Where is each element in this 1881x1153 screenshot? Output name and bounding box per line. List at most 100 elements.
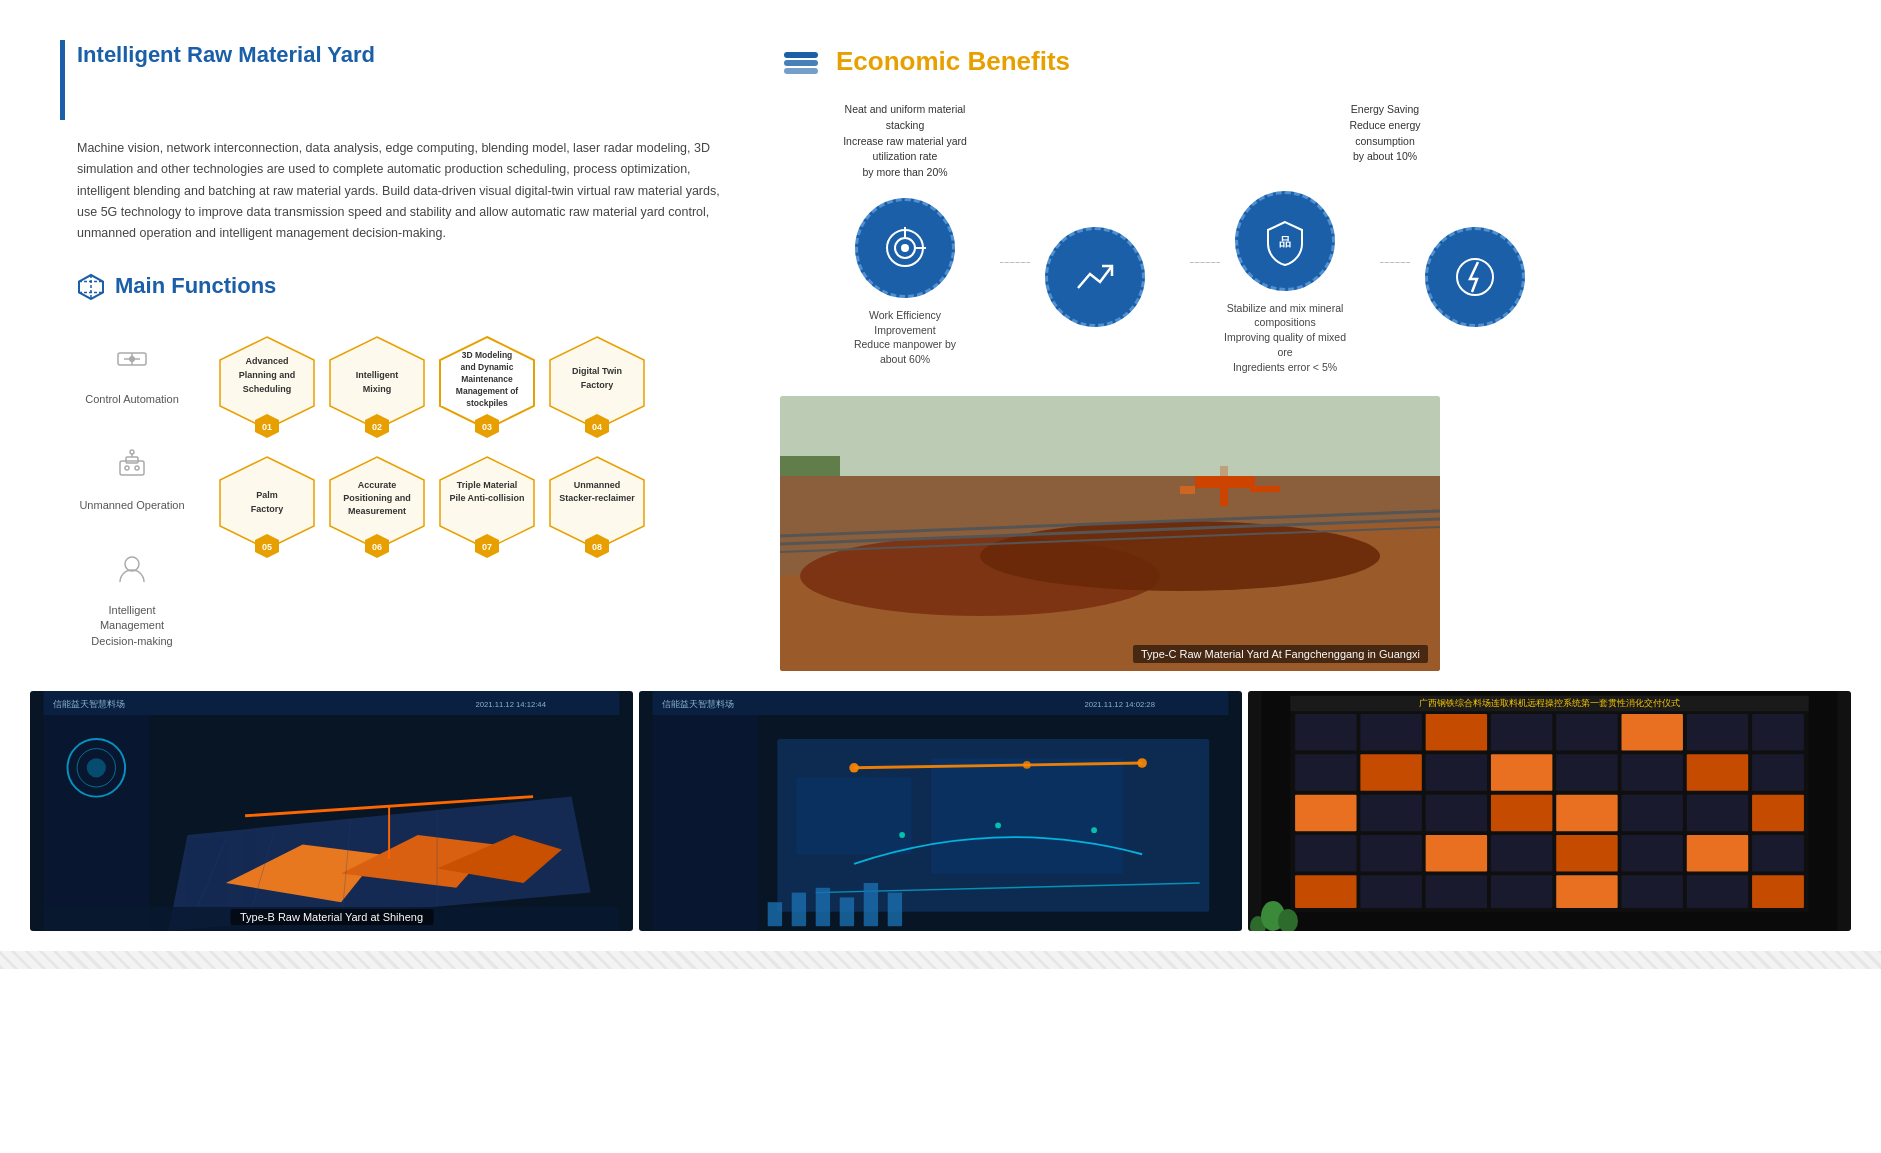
svg-rect-119 bbox=[888, 893, 902, 927]
right-content: Economic Benefits Neat and uniform mater… bbox=[780, 40, 1821, 671]
unmanned-operation-icon bbox=[107, 440, 157, 490]
svg-rect-150 bbox=[1556, 835, 1617, 871]
benefit-top-label-1: Neat and uniform material stackingIncrea… bbox=[840, 102, 970, 181]
svg-rect-152 bbox=[1687, 835, 1748, 871]
svg-rect-148 bbox=[1426, 835, 1487, 871]
aerial-photo-label: Type-C Raw Material Yard At Fangchenggan… bbox=[1133, 645, 1428, 663]
intelligent-management-icon bbox=[107, 545, 157, 595]
svg-rect-141 bbox=[1491, 795, 1552, 831]
svg-rect-78 bbox=[780, 396, 1440, 476]
svg-rect-126 bbox=[1556, 714, 1617, 750]
svg-point-87 bbox=[87, 758, 106, 777]
svg-rect-155 bbox=[1360, 876, 1421, 909]
description-text: Machine vision, network interconnection,… bbox=[77, 138, 740, 244]
svg-rect-135 bbox=[1622, 755, 1683, 791]
svg-text:Management of: Management of bbox=[456, 386, 519, 396]
cube-icon bbox=[77, 272, 105, 300]
sidebar-item-control: Control Automation bbox=[77, 334, 187, 407]
svg-rect-5 bbox=[126, 457, 138, 463]
svg-point-109 bbox=[1137, 758, 1147, 768]
svg-text:2021.11.12 14:02:28: 2021.11.12 14:02:28 bbox=[1085, 701, 1155, 710]
svg-rect-146 bbox=[1295, 835, 1356, 871]
benefit-circle-4 bbox=[1410, 227, 1540, 337]
svg-text:Digital Twin: Digital Twin bbox=[572, 366, 622, 376]
svg-rect-125 bbox=[1491, 714, 1552, 750]
svg-text:and Dynamic: and Dynamic bbox=[461, 362, 514, 372]
svg-rect-105 bbox=[931, 758, 1123, 873]
screenshot-2-svg: 信能益天智慧料场 2021.11.12 14:02:28 bbox=[639, 691, 1242, 931]
hex-cell-08: Unmanned Stacker-reclaimer 08 bbox=[547, 454, 647, 559]
unmanned-operation-label: Unmanned Operation bbox=[79, 498, 184, 513]
title-bar-decoration bbox=[60, 40, 65, 120]
svg-text:Factory: Factory bbox=[251, 504, 284, 514]
hex-functions-grid: Advanced Planning and Scheduling 01 bbox=[207, 324, 667, 584]
energy-icon bbox=[1450, 252, 1500, 302]
economic-benefits-title: Economic Benefits bbox=[836, 46, 1070, 77]
svg-text:Unmanned: Unmanned bbox=[574, 480, 621, 490]
screenshot-3: 广西钢铁综合料场连取料机远程操控系统第一套贯性消化交付仪式 bbox=[1248, 691, 1851, 931]
sidebar-item-unmanned: Unmanned Operation bbox=[77, 440, 187, 513]
benefit-circle-1: Work Efficiency ImprovementReduce manpow… bbox=[840, 198, 970, 367]
svg-point-9 bbox=[130, 450, 134, 454]
svg-text:Factory: Factory bbox=[581, 380, 614, 390]
benefit-top-labels: Neat and uniform material stackingIncrea… bbox=[840, 102, 1821, 181]
title-block: Intelligent Raw Material Yard bbox=[60, 40, 740, 120]
svg-text:stockpiles: stockpiles bbox=[466, 398, 508, 408]
top-section: Intelligent Raw Material Yard Machine vi… bbox=[0, 0, 1881, 691]
circle-label-1: Work Efficiency ImprovementReduce manpow… bbox=[840, 308, 970, 367]
svg-text:Pile Anti-collision: Pile Anti-collision bbox=[449, 493, 524, 503]
svg-text:广西钢铁综合料场连取料机远程操控系统第一套贯性消化交付仪式: 广西钢铁综合料场连取料机远程操控系统第一套贯性消化交付仪式 bbox=[1419, 699, 1680, 709]
screenshot-3-svg: 广西钢铁综合料场连取料机远程操控系统第一套贯性消化交付仪式 bbox=[1248, 691, 1851, 931]
svg-rect-160 bbox=[1687, 876, 1748, 909]
target-icon bbox=[880, 223, 930, 273]
svg-point-112 bbox=[1091, 828, 1097, 834]
sidebar-item-intelligent: Intelligent Management Decision-making bbox=[77, 545, 187, 649]
svg-text:3D Modeling: 3D Modeling bbox=[462, 350, 513, 360]
svg-rect-118 bbox=[864, 883, 878, 926]
svg-point-61 bbox=[901, 244, 909, 252]
svg-rect-58 bbox=[784, 52, 818, 58]
stripe-decoration bbox=[0, 951, 1881, 969]
svg-text:2021.11.12 14:12:44: 2021.11.12 14:12:44 bbox=[476, 701, 547, 710]
svg-text:04: 04 bbox=[592, 422, 602, 432]
left-content: Intelligent Raw Material Yard Machine vi… bbox=[60, 40, 740, 671]
svg-rect-122 bbox=[1295, 714, 1356, 750]
svg-point-10 bbox=[125, 557, 139, 571]
svg-rect-156 bbox=[1426, 876, 1487, 909]
svg-rect-133 bbox=[1491, 755, 1552, 791]
svg-rect-113 bbox=[653, 715, 759, 931]
svg-rect-137 bbox=[1752, 755, 1804, 791]
svg-text:信能益天智慧料场: 信能益天智慧料场 bbox=[53, 700, 125, 710]
svg-rect-132 bbox=[1426, 755, 1487, 791]
main-functions-label: Main Functions bbox=[115, 273, 276, 299]
svg-rect-149 bbox=[1491, 835, 1552, 871]
svg-rect-130 bbox=[1295, 755, 1356, 791]
svg-rect-128 bbox=[1687, 714, 1748, 750]
svg-rect-124 bbox=[1426, 714, 1487, 750]
svg-rect-158 bbox=[1556, 876, 1617, 909]
benefit-circle-3: 品 Stabilize and mix mineral compositions… bbox=[1220, 191, 1350, 374]
svg-text:Palm: Palm bbox=[256, 490, 278, 500]
hex-cell-05: Palm Factory 05 bbox=[217, 454, 317, 559]
svg-point-111 bbox=[995, 823, 1001, 829]
svg-rect-104 bbox=[797, 778, 912, 855]
benefit-circle-2 bbox=[1030, 227, 1160, 337]
svg-text:02: 02 bbox=[372, 422, 382, 432]
svg-text:Measurement: Measurement bbox=[348, 506, 406, 516]
svg-text:07: 07 bbox=[482, 542, 492, 552]
svg-text:01: 01 bbox=[262, 422, 272, 432]
svg-text:Advanced: Advanced bbox=[245, 356, 288, 366]
main-functions-header: Main Functions bbox=[77, 272, 740, 300]
svg-rect-129 bbox=[1752, 714, 1804, 750]
svg-rect-142 bbox=[1556, 795, 1617, 831]
screenshot-1: 信能益天智慧料场 2021.11.12 14:12:44 bbox=[30, 691, 633, 931]
svg-text:Maintenance: Maintenance bbox=[461, 374, 513, 384]
svg-rect-143 bbox=[1622, 795, 1683, 831]
svg-rect-76 bbox=[1180, 486, 1195, 494]
svg-rect-138 bbox=[1295, 795, 1356, 831]
svg-rect-123 bbox=[1360, 714, 1421, 750]
connector-1 bbox=[1000, 262, 1030, 263]
svg-point-7 bbox=[135, 466, 139, 470]
svg-rect-77 bbox=[1250, 486, 1280, 492]
svg-rect-161 bbox=[1752, 876, 1804, 909]
